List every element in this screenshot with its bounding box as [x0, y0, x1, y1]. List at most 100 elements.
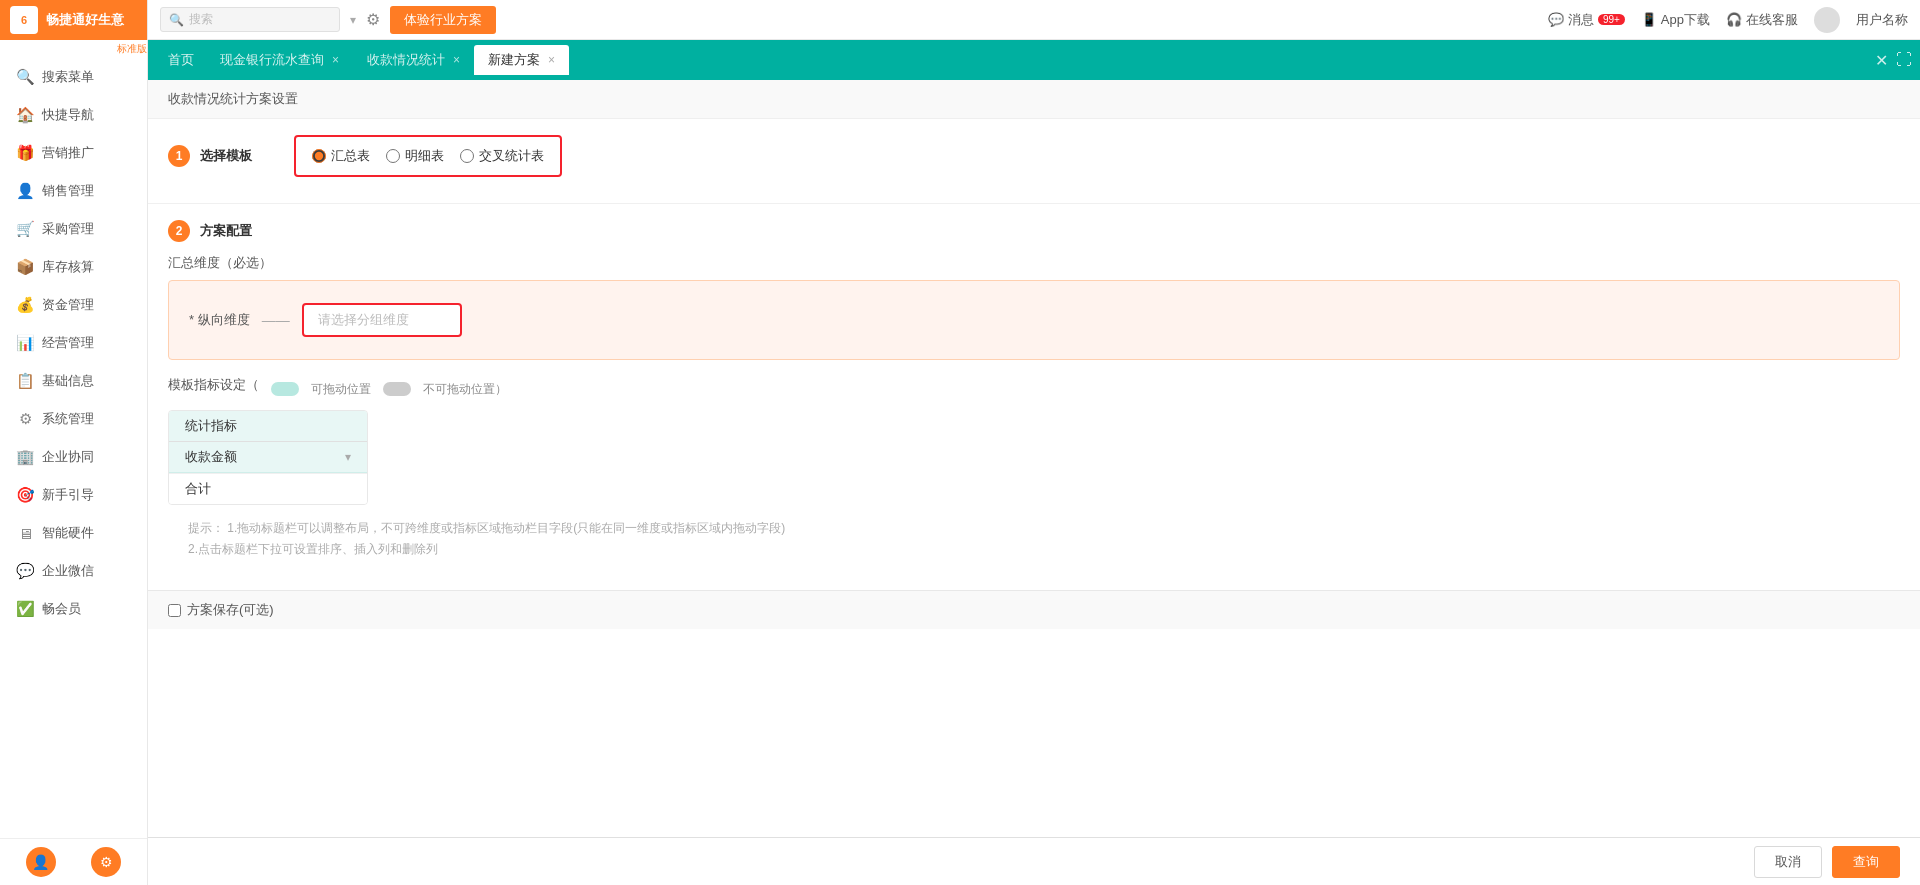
tab-label: 现金银行流水查询: [220, 51, 324, 69]
radio-cross-label: 交叉统计表: [479, 147, 544, 165]
arrow-right-icon: ——: [262, 312, 290, 328]
metrics-total-label: 合计: [185, 481, 211, 496]
sidebar-item-label: 搜索菜单: [42, 68, 94, 86]
metrics-table: 统计指标 收款金额 ▾ 合计: [168, 410, 368, 505]
step1-section: 1 选择模板 汇总表 明细表: [148, 119, 1920, 203]
page-footer: 方案保存(可选): [148, 590, 1920, 629]
quick-nav-icon: 🏠: [16, 106, 34, 124]
metrics-table-header: 统计指标: [169, 411, 367, 442]
sidebar-item-hardware[interactable]: 🖥 智能硬件: [0, 514, 147, 552]
radio-detail-input[interactable]: [386, 149, 400, 163]
metrics-total-cell: 合计: [169, 473, 367, 504]
close-window-icon[interactable]: ✕: [1875, 51, 1888, 70]
header-search-box[interactable]: 🔍 搜索: [160, 7, 340, 32]
sidebar-item-label: 经营管理: [42, 334, 94, 352]
sidebar-item-enterprise[interactable]: 🏢 企业协同: [0, 438, 147, 476]
fixed-indicator: [383, 382, 411, 396]
content-area: 收款情况统计方案设置 1 选择模板 汇总表: [148, 80, 1920, 837]
member-icon: ✅: [16, 600, 34, 618]
pink-box: * 纵向维度 —— 请选择分组维度: [168, 280, 1900, 360]
radio-summary[interactable]: 汇总表: [312, 147, 370, 165]
tab-bar: 首页 现金银行流水查询 × 收款情况统计 × 新建方案 × ✕ ⛶: [148, 40, 1920, 80]
search-icon: 🔍: [169, 13, 184, 27]
tab-collect-stat[interactable]: 收款情况统计 ×: [353, 45, 474, 75]
download-item[interactable]: 📱 App下载: [1641, 11, 1710, 29]
sidebar-item-finance[interactable]: 💰 资金管理: [0, 286, 147, 324]
query-button[interactable]: 查询: [1832, 846, 1900, 878]
tab-home[interactable]: 首页: [156, 45, 206, 75]
sidebar-item-purchase[interactable]: 🛒 采购管理: [0, 210, 147, 248]
radio-group: 汇总表 明细表 交叉统计表: [312, 147, 544, 165]
sidebar-item-system[interactable]: ⚙ 系统管理: [0, 400, 147, 438]
sidebar-item-basic-info[interactable]: 📋 基础信息: [0, 362, 147, 400]
sidebar-item-inventory[interactable]: 📦 库存核算: [0, 248, 147, 286]
radio-summary-input[interactable]: [312, 149, 326, 163]
service-item[interactable]: 🎧 在线客服: [1726, 11, 1798, 29]
dimension-section-label: 汇总维度（必选）: [168, 254, 1900, 272]
tab-new-plan[interactable]: 新建方案 ×: [474, 45, 569, 75]
sidebar-item-label: 企业微信: [42, 562, 94, 580]
sidebar-item-label: 快捷导航: [42, 106, 94, 124]
radio-detail[interactable]: 明细表: [386, 147, 444, 165]
sidebar-logo: 6 畅捷通好生意: [0, 0, 147, 40]
tab-label: 新建方案: [488, 51, 540, 69]
tab-close-icon[interactable]: ×: [332, 53, 339, 67]
sidebar-bottom-icon1[interactable]: 👤: [26, 847, 56, 877]
dim-select-box[interactable]: 请选择分组维度: [302, 303, 462, 337]
finance-icon: 💰: [16, 296, 34, 314]
sales-icon: 👤: [16, 182, 34, 200]
message-icon: 💬: [1548, 12, 1564, 27]
expand-icon[interactable]: ⛶: [1896, 51, 1912, 70]
message-badge: 99+: [1598, 14, 1625, 25]
metrics-col-header: 收款金额 ▾: [169, 442, 367, 472]
logo-icon: 6: [10, 6, 38, 34]
metrics-config-label: 模板指标设定（: [168, 376, 259, 394]
search-placeholder: 搜索: [189, 11, 213, 28]
sidebar-item-marketing[interactable]: 🎁 营销推广: [0, 134, 147, 172]
message-item[interactable]: 💬 消息 99+: [1548, 11, 1625, 29]
sidebar-item-label: 库存核算: [42, 258, 94, 276]
save-checkbox-input[interactable]: [168, 604, 181, 617]
download-label: App下载: [1661, 11, 1710, 29]
sidebar-bottom-icon2[interactable]: ⚙: [91, 847, 121, 877]
industry-btn[interactable]: 体验行业方案: [390, 6, 496, 34]
tab-close-icon[interactable]: ×: [453, 53, 460, 67]
sidebar-nav: 🔍 搜索菜单 🏠 快捷导航 🎁 营销推广 👤 销售管理 🛒 采购管理 📦 库存核…: [0, 58, 147, 838]
radio-cross[interactable]: 交叉统计表: [460, 147, 544, 165]
save-checkbox[interactable]: 方案保存(可选): [168, 601, 274, 619]
metrics-col-label: 收款金额: [185, 448, 237, 466]
sidebar-item-operation[interactable]: 📊 经营管理: [0, 324, 147, 362]
breadcrumb: 收款情况统计方案设置: [168, 91, 298, 106]
tip2: 2.点击标题栏下拉可设置排序、插入列和删除列: [188, 541, 1880, 558]
user-avatar[interactable]: [1814, 7, 1840, 33]
user-name: 用户名称: [1856, 11, 1908, 29]
cancel-button[interactable]: 取消: [1754, 846, 1822, 878]
marketing-icon: 🎁: [16, 144, 34, 162]
sidebar-item-label: 新手引导: [42, 486, 94, 504]
sidebar-item-label: 销售管理: [42, 182, 94, 200]
tab-bank-flow[interactable]: 现金银行流水查询 ×: [206, 45, 353, 75]
dim-select-placeholder: 请选择分组维度: [318, 312, 409, 327]
sidebar-item-guide[interactable]: 🎯 新手引导: [0, 476, 147, 514]
sidebar-item-search-menu[interactable]: 🔍 搜索菜单: [0, 58, 147, 96]
sidebar-item-member[interactable]: ✅ 畅会员: [0, 590, 147, 628]
dimension-block: 汇总维度（必选） * 纵向维度 —— 请选择分组维度: [168, 254, 1900, 360]
header-dropdown[interactable]: ▾: [350, 13, 356, 27]
sidebar-item-sales[interactable]: 👤 销售管理: [0, 172, 147, 210]
tips-section: 提示： 1.拖动标题栏可以调整布局，不可跨维度或指标区域拖动栏目字段(只能在同一…: [168, 508, 1900, 574]
radio-cross-input[interactable]: [460, 149, 474, 163]
metrics-label-text: 模板指标设定（: [168, 377, 259, 392]
sidebar-item-quick-nav[interactable]: 🏠 快捷导航: [0, 96, 147, 134]
chevron-down-icon[interactable]: ▾: [345, 450, 351, 464]
bottom-action-bar: 取消 查询: [148, 837, 1920, 885]
stats-label: 统计指标: [185, 418, 237, 433]
radio-summary-label: 汇总表: [331, 147, 370, 165]
sidebar-item-wechat[interactable]: 💬 企业微信: [0, 552, 147, 590]
gear-icon[interactable]: ⚙: [366, 10, 380, 29]
sidebar-item-label: 企业协同: [42, 448, 94, 466]
step2-section: 2 方案配置 汇总维度（必选） * 纵向维度 —— 请选择分组维度: [148, 203, 1920, 590]
metrics-section: 模板指标设定（ 可拖动位置 不可拖动位置） 统计指标 收款金: [168, 376, 1900, 508]
template-options: 汇总表 明细表 交叉统计表: [294, 135, 562, 177]
tab-close-icon[interactable]: ×: [548, 53, 555, 67]
sidebar: 6 畅捷通好生意 标准版 🔍 搜索菜单 🏠 快捷导航 🎁 营销推广 👤 销售管理…: [0, 0, 148, 885]
